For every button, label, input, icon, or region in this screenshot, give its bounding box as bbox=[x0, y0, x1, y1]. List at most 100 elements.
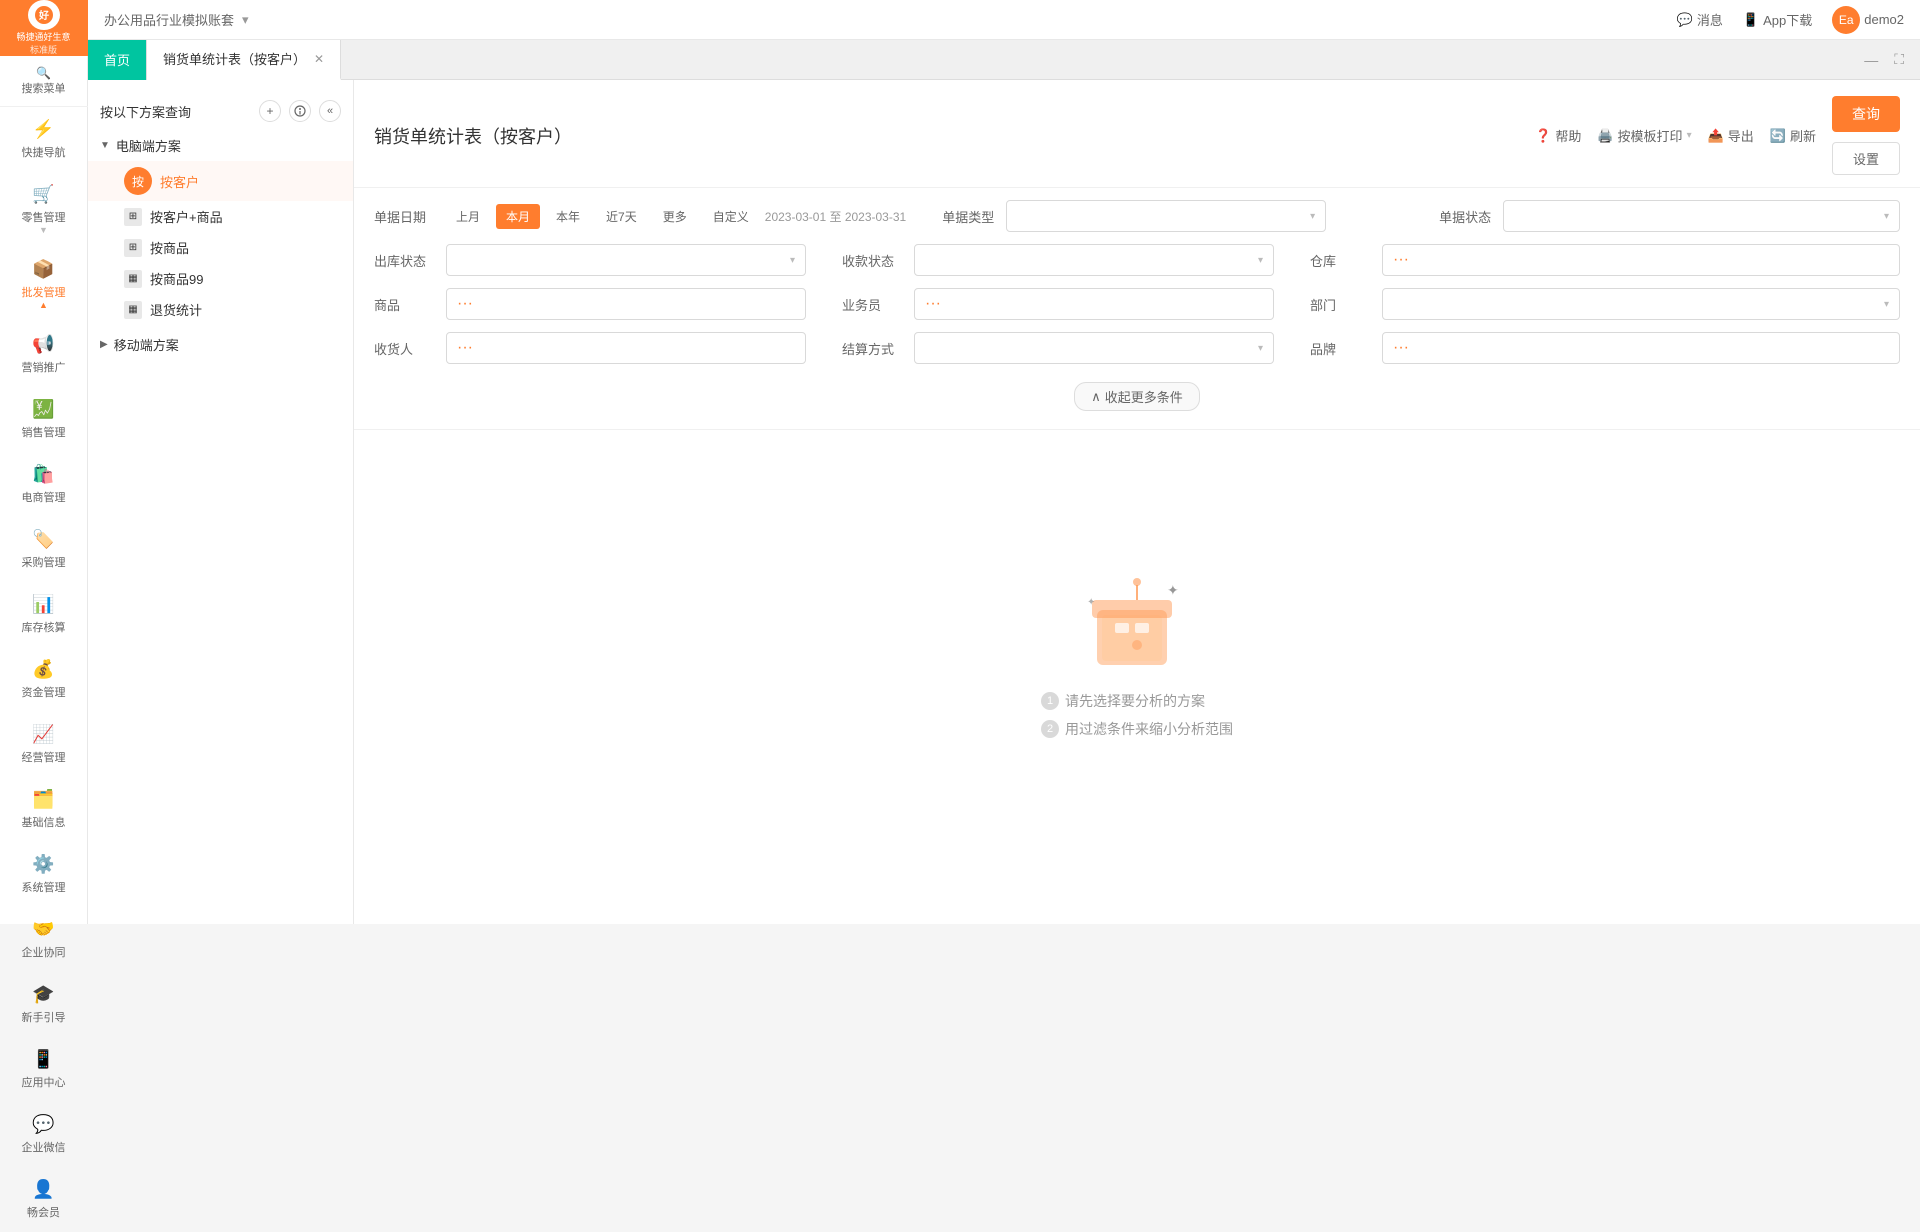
brand-input[interactable]: ··· bbox=[1382, 332, 1900, 364]
tree-section-desktop[interactable]: ▼ 电脑端方案 bbox=[88, 130, 353, 161]
date-range-display: 2023-03-01 至 2023-03-31 bbox=[765, 208, 906, 225]
sidebar-label-enterprise: 企业协同 bbox=[22, 944, 66, 960]
tree-item-by-product[interactable]: ⊞ 按商品 bbox=[88, 232, 353, 263]
tree-section-arrow-desktop: ▼ bbox=[100, 140, 110, 151]
sidebar-item-newbie[interactable]: 🎓 新手引导 bbox=[0, 972, 88, 1037]
department-arrow: ▾ bbox=[1884, 299, 1889, 310]
sidebar-item-search-menu[interactable]: 🔍 搜索菜单 bbox=[0, 56, 88, 107]
sidebar-item-wholesale[interactable]: 📦 批发管理 ▲ bbox=[0, 247, 88, 322]
out-status-select[interactable]: ▾ bbox=[446, 244, 806, 276]
page-title: 销货单统计表（按客户） bbox=[374, 123, 572, 149]
sidebar-item-operation[interactable]: 📈 经营管理 bbox=[0, 712, 88, 777]
receipt-status-select[interactable]: ▾ bbox=[914, 244, 1274, 276]
sidebar-label-appstore: 应用中心 bbox=[22, 1074, 66, 1090]
logo-icon: 好 bbox=[28, 0, 60, 30]
empty-hint-2: 2 用过滤条件来缩小分析范围 bbox=[1041, 719, 1233, 739]
sidebar-item-sales[interactable]: 💹 销售管理 bbox=[0, 387, 88, 452]
tab-sales-stats[interactable]: 销货单统计表（按客户） ✕ bbox=[147, 40, 341, 80]
search-icon: 🔍 bbox=[36, 66, 51, 80]
product-label: 商品 bbox=[374, 295, 430, 314]
department-select[interactable]: ▾ bbox=[1382, 288, 1900, 320]
collapse-more-button[interactable]: ∧ 收起更多条件 bbox=[1074, 382, 1200, 411]
date-btn-this-month[interactable]: 本月 bbox=[496, 204, 540, 229]
template-print-button[interactable]: 🖨️ 按模板打印 ▾ bbox=[1597, 126, 1691, 145]
tree-item-label-by-product: 按商品 bbox=[150, 238, 189, 257]
collapse-label: 收起更多条件 bbox=[1105, 387, 1183, 406]
product-input[interactable]: ··· bbox=[446, 288, 806, 320]
warehouse-label: 仓库 bbox=[1310, 251, 1366, 270]
purchase-icon: 🏷️ bbox=[32, 529, 54, 550]
sidebar-item-system[interactable]: ⚙️ 系统管理 bbox=[0, 842, 88, 907]
date-btn-this-year[interactable]: 本年 bbox=[546, 204, 590, 229]
topbar-right: 💬 消息 📱 App下载 Ea demo2 bbox=[1677, 6, 1904, 34]
left-panel-header: 按以下方案查询 + « bbox=[88, 92, 353, 130]
svg-text:✦: ✦ bbox=[1167, 582, 1179, 598]
query-button[interactable]: 查询 bbox=[1832, 96, 1900, 132]
message-button[interactable]: 💬 消息 bbox=[1677, 10, 1723, 29]
sidebar-item-inventory[interactable]: 📊 库存核算 bbox=[0, 582, 88, 647]
retail-icon: 🛒 bbox=[32, 184, 54, 205]
add-scheme-button[interactable]: + bbox=[259, 100, 281, 122]
sidebar-label-marketing: 营销推广 bbox=[22, 359, 66, 375]
tree-section-mobile[interactable]: ▶ 移动端方案 bbox=[88, 329, 353, 360]
receiver-label: 收货人 bbox=[374, 339, 430, 358]
date-btn-last-month[interactable]: 上月 bbox=[446, 204, 490, 229]
tree-item-by-customer-product[interactable]: ⊞ 按客户+商品 bbox=[88, 201, 353, 232]
date-btn-more[interactable]: 更多 bbox=[653, 204, 697, 229]
order-type-select[interactable]: ▾ bbox=[1006, 200, 1326, 232]
topbar-dropdown-icon[interactable]: ▾ bbox=[242, 12, 249, 28]
sidebar-item-ecommerce[interactable]: 🛍️ 电商管理 bbox=[0, 452, 88, 517]
topbar: 办公用品行业模拟账套 ▾ 💬 消息 📱 App下载 Ea demo2 bbox=[88, 0, 1920, 40]
date-btn-7days[interactable]: 近7天 bbox=[596, 204, 647, 229]
user-menu-button[interactable]: Ea demo2 bbox=[1832, 6, 1904, 34]
topbar-left: 办公用品行业模拟账套 ▾ bbox=[104, 10, 249, 29]
sidebar-item-retail[interactable]: 🛒 零售管理 ▼ bbox=[0, 172, 88, 247]
operation-icon: 📈 bbox=[32, 724, 54, 745]
logo[interactable]: 好 畅捷通好生意 标准版 bbox=[0, 0, 88, 56]
date-label: 单据日期 bbox=[374, 207, 430, 226]
sidebar-item-basic[interactable]: 🗂️ 基础信息 bbox=[0, 777, 88, 842]
sidebar-item-finance[interactable]: 💰 资金管理 bbox=[0, 647, 88, 712]
refresh-button[interactable]: 🔄 刷新 bbox=[1770, 126, 1816, 145]
sidebar-item-appstore[interactable]: 📱 应用中心 bbox=[0, 1037, 88, 1102]
app-download-button[interactable]: 📱 App下载 bbox=[1743, 10, 1812, 29]
tab-minimize-icon[interactable]: — bbox=[1864, 52, 1878, 68]
export-icon: 📤 bbox=[1708, 128, 1724, 144]
sidebar-item-marketing[interactable]: 📢 营销推广 bbox=[0, 322, 88, 387]
inventory-icon: 📊 bbox=[32, 594, 54, 615]
tab-home[interactable]: 首页 bbox=[88, 40, 147, 80]
export-button[interactable]: 📤 导出 bbox=[1708, 126, 1754, 145]
help-label: 帮助 bbox=[1555, 126, 1581, 145]
order-type-label: 单据类型 bbox=[942, 207, 998, 226]
system-icon: ⚙️ bbox=[32, 854, 54, 875]
sidebar-item-wechat[interactable]: 💬 企业微信 bbox=[0, 1102, 88, 1167]
settlement-select[interactable]: ▾ bbox=[914, 332, 1274, 364]
sidebar-item-purchase[interactable]: 🏷️ 采购管理 bbox=[0, 517, 88, 582]
settings-button[interactable]: 设置 bbox=[1832, 142, 1900, 175]
filter-row-3: 商品 ··· 业务员 ··· 部门 ▾ bbox=[374, 288, 1900, 320]
tab-maximize-icon[interactable]: ⛶ bbox=[1894, 51, 1904, 68]
receiver-input[interactable]: ··· bbox=[446, 332, 806, 364]
empty-hint-1: 1 请先选择要分析的方案 bbox=[1041, 691, 1205, 711]
date-btn-custom[interactable]: 自定义 bbox=[703, 204, 759, 229]
sidebar-label-quick: 快捷导航 bbox=[22, 144, 66, 160]
tree-item-by-product-99[interactable]: ▦ 按商品99 bbox=[88, 263, 353, 294]
order-status-select[interactable]: ▾ bbox=[1503, 200, 1900, 232]
empty-state: ✦ ✦ 1 请先选择要分析的方案 2 用过滤条件来缩小分析范围 bbox=[354, 430, 1920, 924]
collapse-panel-button[interactable]: « bbox=[319, 100, 341, 122]
order-status-label: 单据状态 bbox=[1439, 207, 1495, 226]
tree-item-by-customer[interactable]: 按 按客户 bbox=[88, 161, 353, 201]
app-download-label: App下载 bbox=[1763, 10, 1812, 29]
salesperson-input[interactable]: ··· bbox=[914, 288, 1274, 320]
help-button[interactable]: ❓ 帮助 bbox=[1535, 126, 1581, 145]
sidebar-item-quick-nav[interactable]: ⚡ 快捷导航 bbox=[0, 107, 88, 172]
sidebar-item-member[interactable]: 👤 畅会员 bbox=[0, 1167, 88, 1232]
sidebar-label-finance: 资金管理 bbox=[22, 684, 66, 700]
tab-close-icon[interactable]: ✕ bbox=[314, 52, 324, 66]
wechat-icon: 💬 bbox=[32, 1114, 54, 1135]
sidebar-item-enterprise[interactable]: 🤝 企业协同 bbox=[0, 907, 88, 972]
warehouse-input[interactable]: ··· bbox=[1382, 244, 1900, 276]
edit-scheme-button[interactable] bbox=[289, 100, 311, 122]
tabbar: 首页 销货单统计表（按客户） ✕ — ⛶ bbox=[88, 40, 1920, 80]
tree-item-return-stats[interactable]: ▦ 退货统计 bbox=[88, 294, 353, 325]
